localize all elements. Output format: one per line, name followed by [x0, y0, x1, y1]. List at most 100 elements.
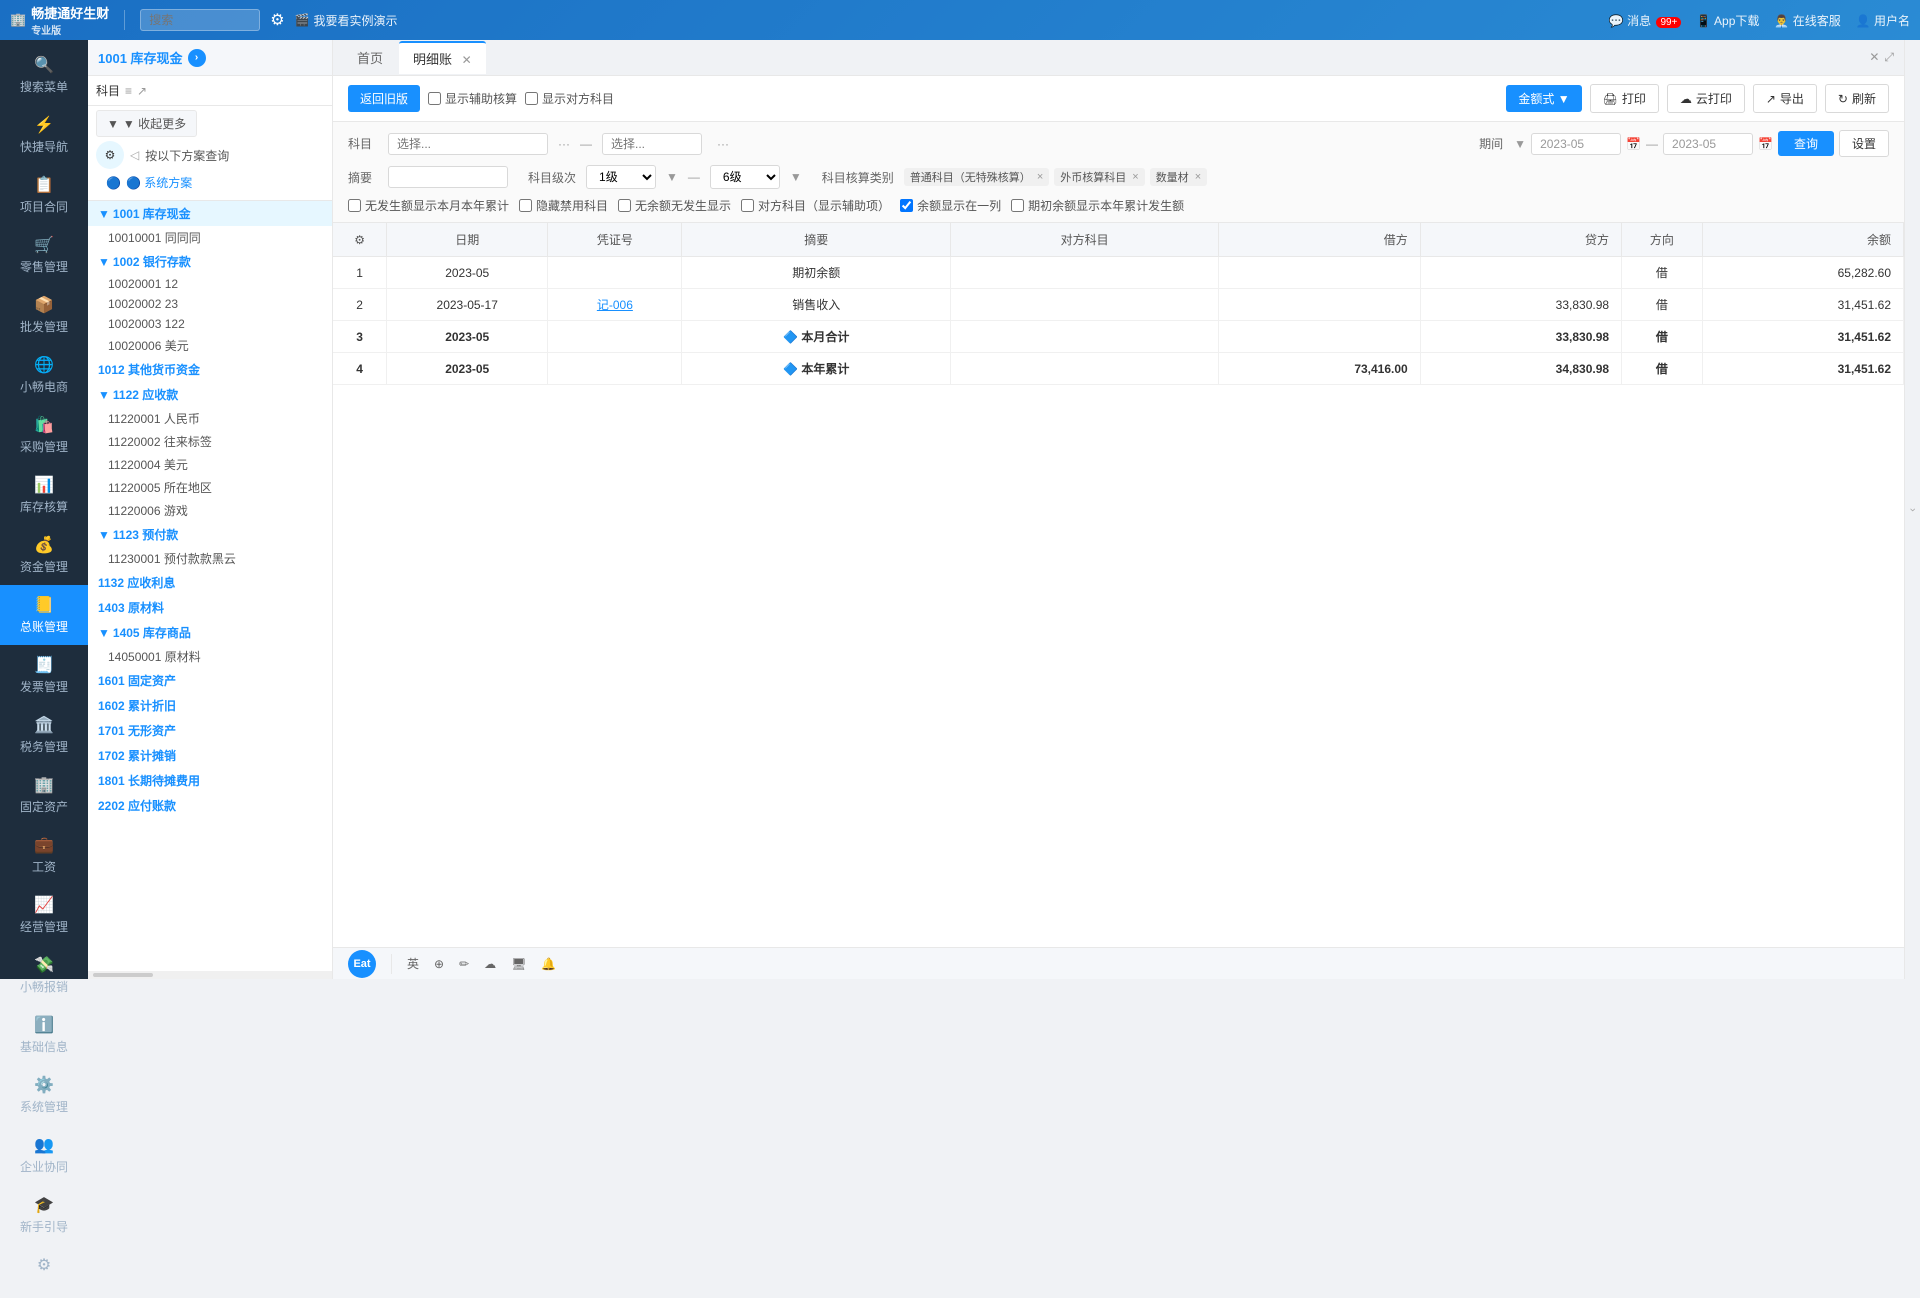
sidebar-item-system[interactable]: ⚙️ 系统管理 [0, 1065, 88, 1125]
query-btn[interactable]: 查询 [1778, 131, 1834, 156]
account-item-10010001[interactable]: 10010001 同同同 [88, 226, 332, 249]
status-bell-icon[interactable]: 🔔 [541, 957, 556, 971]
currency-btn[interactable]: 金额式 ▼ [1506, 85, 1581, 112]
scheme-settings-icon[interactable]: ⚙ [96, 141, 124, 169]
account-item-1601[interactable]: 1601 固定资产 [88, 668, 332, 693]
account-item-1403[interactable]: 1403 原材料 [88, 595, 332, 620]
sidebar-item-assets[interactable]: 🏢 固定资产 [0, 765, 88, 825]
right-collapse-panel[interactable]: › [1904, 40, 1920, 979]
cb-no-amount[interactable]: 无发生额显示本月本年累计 [348, 197, 509, 214]
sidebar-item-expense[interactable]: 💸 小畅报销 [0, 945, 88, 1005]
settings-icon[interactable]: ⚙ [270, 10, 284, 30]
sidebar-item-wholesale[interactable]: 📦 批发管理 [0, 285, 88, 345]
cell-voucher-2[interactable]: 记-006 [548, 289, 682, 321]
cb-balance-col-input[interactable] [900, 199, 913, 212]
status-add-icon[interactable]: ⊕ [434, 957, 444, 971]
account-item-1132[interactable]: 1132 应收利息 [88, 570, 332, 595]
cb-no-balance-input[interactable] [618, 199, 631, 212]
account-item-1701[interactable]: 1701 无形资产 [88, 718, 332, 743]
accounts-expand-icon[interactable]: ↗ [137, 84, 147, 98]
demo-link[interactable]: 🎬 我要看实例演示 [295, 12, 398, 29]
account-filter-input[interactable] [388, 133, 548, 155]
export-btn[interactable]: ↗ 导出 [1753, 84, 1817, 113]
cb-period-balance[interactable]: 期初余额显示本年累计发生额 [1011, 197, 1184, 214]
account-item-11220001[interactable]: 11220001 人民币 [88, 407, 332, 430]
expand-btn[interactable]: ▼ ▼ 收起更多 [96, 110, 197, 137]
accounts-list-icon[interactable]: ≡ [125, 84, 132, 98]
sidebar-item-finance[interactable]: 💰 资金管理 [0, 525, 88, 585]
status-screen-icon[interactable]: 🖥 [511, 957, 526, 971]
return-old-btn[interactable]: 返回旧版 [348, 85, 420, 112]
account-item-11220006[interactable]: 11220006 游戏 [88, 499, 332, 522]
show-contra-checkbox[interactable] [525, 92, 538, 105]
account-item-11220004[interactable]: 11220004 美元 [88, 453, 332, 476]
account-item-10020003[interactable]: 10020003 122 [88, 314, 332, 334]
app-download-btn[interactable]: 📱 App下载 [1696, 12, 1759, 29]
collapse-arrow[interactable]: ◁ [130, 148, 139, 162]
show-aux-checkbox[interactable] [428, 92, 441, 105]
cb-contra-input[interactable] [741, 199, 754, 212]
cb-period-balance-input[interactable] [1011, 199, 1024, 212]
user-avatar[interactable]: 👤 用户名 [1856, 12, 1910, 29]
account-item-2202[interactable]: 2202 应付账款 [88, 793, 332, 818]
tabs-minimize-btn[interactable]: ✕ [1869, 50, 1879, 65]
cb-no-amount-input[interactable] [348, 199, 361, 212]
sidebar-item-guide[interactable]: 🎓 新手引导 [0, 1185, 88, 1245]
account-item-1002[interactable]: ▼ 1002 银行存款 [88, 249, 332, 274]
sidebar-item-retail[interactable]: 🛒 零售管理 [0, 225, 88, 285]
settings-filter-btn[interactable]: 设置 [1839, 130, 1889, 157]
calendar-icon-2[interactable]: 📅 [1758, 137, 1773, 151]
sidebar-item-salary[interactable]: 💼 工资 [0, 825, 88, 885]
cb-no-balance[interactable]: 无余额无发生显示 [618, 197, 731, 214]
col-header-settings[interactable]: ⚙ [333, 223, 387, 257]
sidebar-item-purchase[interactable]: 🛍️ 采购管理 [0, 405, 88, 465]
account-item-11220002[interactable]: 11220002 往来标签 [88, 430, 332, 453]
account-level-end-select[interactable]: 6级 [710, 165, 780, 189]
cb-hide-disabled[interactable]: 隐藏禁用科目 [519, 197, 608, 214]
account-item-1405[interactable]: ▼ 1405 库存商品 [88, 620, 332, 645]
period-start-input[interactable] [1531, 133, 1621, 155]
online-service-btn[interactable]: 👨‍💼 在线客服 [1774, 12, 1840, 29]
sidebar-item-quicknav[interactable]: ⚡ 快捷导航 [0, 105, 88, 165]
account-item-1001[interactable]: ▼ 1001 库存现金 [88, 201, 332, 226]
print-btn[interactable]: 🖨 打印 [1590, 84, 1659, 113]
account-item-1012[interactable]: 1012 其他货币资金 [88, 357, 332, 382]
voucher-link-2[interactable]: 记-006 [597, 298, 633, 312]
sidebar-item-basicinfo[interactable]: ℹ️ 基础信息 [0, 1005, 88, 1065]
account-nav-arrow[interactable]: › [188, 49, 206, 67]
cb-hide-disabled-input[interactable] [519, 199, 532, 212]
tag-normal-close[interactable]: × [1037, 171, 1043, 183]
status-cloud-icon[interactable]: ☁ [484, 957, 496, 971]
account-level-start-select[interactable]: 1级 2级 3级 [586, 165, 656, 189]
status-lang-btn[interactable]: 英 [407, 955, 419, 972]
tab-close-btn[interactable]: ✕ [462, 53, 472, 67]
sidebar-item-ledger[interactable]: 📒 总账管理 [0, 585, 88, 645]
sidebar-item-ops[interactable]: 📈 经营管理 [0, 885, 88, 945]
account-item-1801[interactable]: 1801 长期待摊费用 [88, 768, 332, 793]
period-dropdown-icon[interactable]: ▼ [1514, 137, 1526, 151]
sidebar-item-ecommerce[interactable]: 🌐 小畅电商 [0, 345, 88, 405]
tabs-expand-btn[interactable]: ⤢ [1884, 50, 1894, 65]
sidebar-item-invoice[interactable]: 🧾 发票管理 [0, 645, 88, 705]
sidebar-item-collab[interactable]: 👥 企业协同 [0, 1125, 88, 1185]
account-item-10020002[interactable]: 10020002 23 [88, 294, 332, 314]
account-item-1122[interactable]: ▼ 1122 应收款 [88, 382, 332, 407]
show-aux-checkbox-label[interactable]: 显示辅助核算 [428, 90, 517, 107]
sidebar-item-tax[interactable]: 🏛️ 税务管理 [0, 705, 88, 765]
status-edit-icon[interactable]: ✏ [459, 957, 469, 971]
top-search-input[interactable] [140, 9, 260, 31]
account-item-10020006[interactable]: 10020006 美元 [88, 334, 332, 357]
account-item-1123[interactable]: ▼ 1123 预付款 [88, 522, 332, 547]
account-item-1602[interactable]: 1602 累计折旧 [88, 693, 332, 718]
cb-contra[interactable]: 对方科目（显示辅助项） [741, 197, 890, 214]
accounts-scrollbar[interactable] [88, 971, 332, 979]
cloud-print-btn[interactable]: ☁ 云打印 [1667, 84, 1745, 113]
sidebar-settings-btn[interactable]: ⚙ [32, 1245, 56, 1288]
sidebar-item-inventory[interactable]: 📊 库存核算 [0, 465, 88, 525]
account-item-10020001[interactable]: 10020001 12 [88, 274, 332, 294]
tab-ledger[interactable]: 明细账 ✕ [399, 41, 486, 74]
account-item-14050001[interactable]: 14050001 原材料 [88, 645, 332, 668]
tab-home[interactable]: 首页 [343, 42, 397, 73]
sidebar-item-project[interactable]: 📋 项目合同 [0, 165, 88, 225]
plan-item[interactable]: 🔵 🔵 系统方案 [96, 169, 324, 196]
